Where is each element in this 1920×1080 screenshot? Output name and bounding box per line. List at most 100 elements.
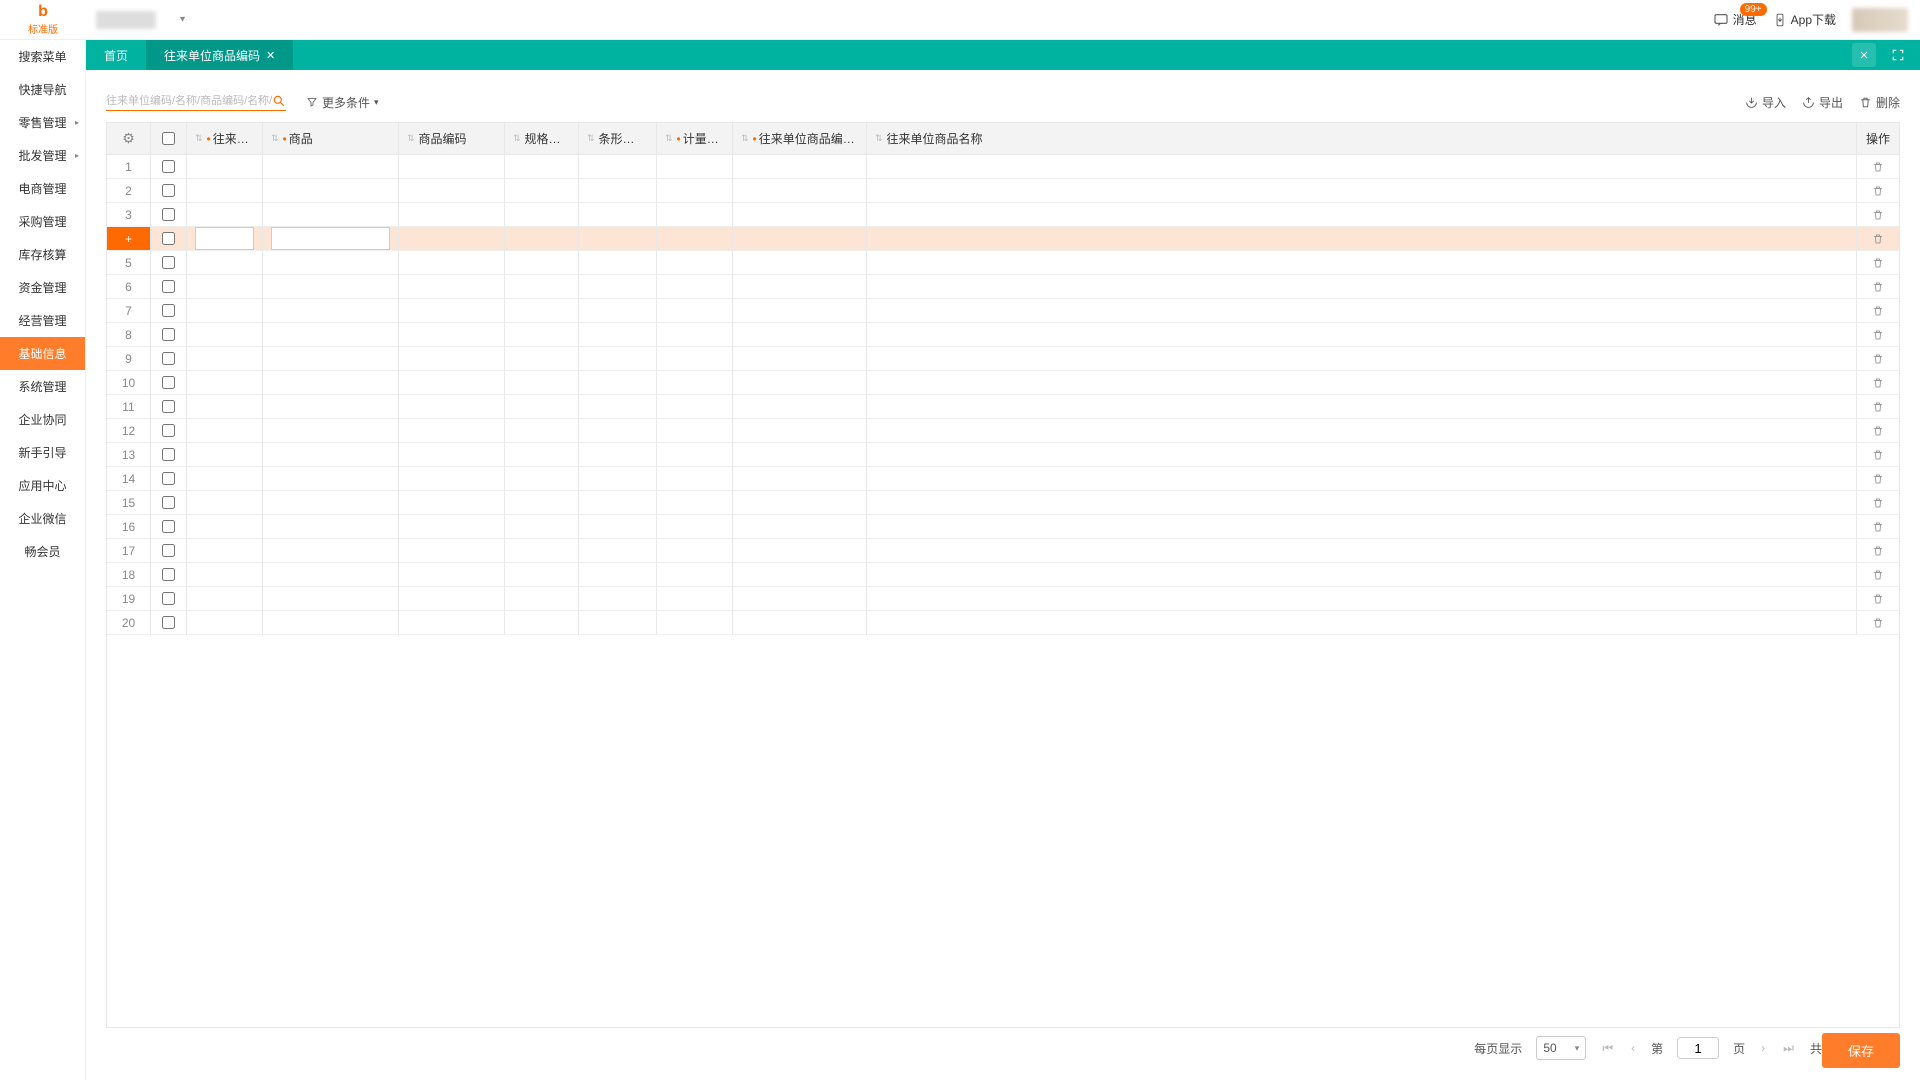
col-barcode[interactable]: ⇅条形… — [579, 123, 657, 154]
goods-cell[interactable] — [263, 491, 399, 514]
trash-icon[interactable] — [1872, 329, 1884, 341]
trash-icon[interactable] — [1872, 401, 1884, 413]
contact-cell[interactable] — [187, 563, 263, 586]
uom-cell[interactable] — [657, 323, 733, 346]
goods-cell[interactable] — [263, 179, 399, 202]
search-field[interactable] — [106, 94, 286, 111]
trash-icon[interactable] — [1872, 473, 1884, 485]
uom-cell[interactable] — [657, 467, 733, 490]
uom-cell[interactable] — [657, 587, 733, 610]
partner-code-cell[interactable] — [733, 491, 867, 514]
row-checkbox-cell[interactable] — [151, 203, 187, 226]
table-row[interactable]: 10 — [107, 371, 1899, 395]
row-checkbox[interactable] — [162, 616, 175, 629]
partner-code-cell[interactable] — [733, 539, 867, 562]
goods-code-cell[interactable] — [399, 347, 505, 370]
partner-name-cell[interactable] — [867, 203, 1857, 226]
row-delete-cell[interactable] — [1857, 323, 1899, 346]
close-all-tabs-button[interactable] — [1852, 43, 1876, 67]
close-tab-icon[interactable]: ✕ — [266, 49, 275, 62]
partner-code-cell[interactable] — [733, 443, 867, 466]
uom-cell[interactable] — [657, 299, 733, 322]
next-page-button[interactable]: › — [1759, 1041, 1767, 1055]
spec-cell[interactable] — [505, 515, 579, 538]
row-delete-cell[interactable] — [1857, 467, 1899, 490]
spec-cell[interactable] — [505, 251, 579, 274]
goods-code-cell[interactable] — [399, 371, 505, 394]
tab[interactable]: 往来单位商品编码✕ — [146, 40, 293, 70]
goods-cell[interactable] — [263, 467, 399, 490]
row-checkbox[interactable] — [162, 304, 175, 317]
barcode-cell[interactable] — [579, 515, 657, 538]
goods-code-cell[interactable] — [399, 467, 505, 490]
row-checkbox-cell[interactable] — [151, 443, 187, 466]
goods-cell-input[interactable] — [271, 227, 390, 250]
row-checkbox-cell[interactable] — [151, 275, 187, 298]
spec-cell[interactable] — [505, 155, 579, 178]
table-row[interactable]: 12 — [107, 419, 1899, 443]
trash-icon[interactable] — [1872, 305, 1884, 317]
sidebar-item[interactable]: 零售管理▸ — [0, 106, 85, 139]
table-row[interactable]: 18 — [107, 563, 1899, 587]
goods-code-cell[interactable] — [399, 587, 505, 610]
partner-code-cell[interactable] — [733, 155, 867, 178]
spec-cell[interactable] — [505, 467, 579, 490]
spec-cell[interactable] — [505, 395, 579, 418]
table-row[interactable]: 8 — [107, 323, 1899, 347]
sidebar-item[interactable]: 电商管理 — [0, 172, 85, 205]
row-delete-cell[interactable] — [1857, 563, 1899, 586]
sidebar-item[interactable]: 企业微信 — [0, 502, 85, 535]
uom-cell[interactable] — [657, 515, 733, 538]
trash-icon[interactable] — [1872, 593, 1884, 605]
table-row[interactable]: 20 — [107, 611, 1899, 635]
row-checkbox[interactable] — [162, 256, 175, 269]
table-row[interactable]: 11 — [107, 395, 1899, 419]
row-checkbox[interactable] — [162, 496, 175, 509]
barcode-cell[interactable] — [579, 443, 657, 466]
contact-cell[interactable] — [187, 587, 263, 610]
contact-cell[interactable] — [187, 539, 263, 562]
row-delete-cell[interactable] — [1857, 179, 1899, 202]
goods-cell[interactable] — [263, 155, 399, 178]
uom-cell[interactable] — [657, 563, 733, 586]
spec-cell[interactable] — [505, 563, 579, 586]
goods-cell[interactable] — [263, 611, 399, 634]
org-selector[interactable]: ▾ — [86, 0, 266, 40]
trash-icon[interactable] — [1872, 569, 1884, 581]
spec-cell[interactable] — [505, 419, 579, 442]
partner-name-cell[interactable] — [867, 155, 1857, 178]
partner-name-cell[interactable] — [867, 275, 1857, 298]
row-delete-cell[interactable] — [1857, 203, 1899, 226]
goods-code-cell[interactable] — [399, 563, 505, 586]
goods-cell[interactable] — [263, 539, 399, 562]
trash-icon[interactable] — [1872, 257, 1884, 269]
row-delete-cell[interactable] — [1857, 419, 1899, 442]
goods-code-cell[interactable] — [399, 179, 505, 202]
messages-button[interactable]: 消息 99+ — [1713, 11, 1757, 28]
table-row[interactable]: 7 — [107, 299, 1899, 323]
contact-cell[interactable] — [187, 611, 263, 634]
contact-cell[interactable] — [187, 395, 263, 418]
goods-cell[interactable] — [263, 443, 399, 466]
row-delete-cell[interactable] — [1857, 371, 1899, 394]
contact-cell[interactable] — [187, 251, 263, 274]
row-checkbox[interactable] — [162, 544, 175, 557]
spec-cell[interactable] — [505, 275, 579, 298]
row-delete-cell[interactable] — [1857, 515, 1899, 538]
goods-code-cell[interactable] — [399, 515, 505, 538]
row-delete-cell[interactable] — [1857, 227, 1899, 250]
partner-name-cell[interactable] — [867, 443, 1857, 466]
goods-code-cell[interactable] — [399, 539, 505, 562]
user-avatar[interactable] — [1852, 8, 1908, 32]
partner-code-cell[interactable] — [733, 611, 867, 634]
partner-code-cell[interactable] — [733, 347, 867, 370]
partner-name-cell[interactable] — [867, 299, 1857, 322]
checkbox-header[interactable] — [151, 123, 187, 154]
row-delete-cell[interactable] — [1857, 611, 1899, 634]
goods-cell[interactable] — [263, 299, 399, 322]
goods-code-cell[interactable] — [399, 203, 505, 226]
sidebar-item[interactable]: 搜索菜单 — [0, 40, 85, 73]
partner-code-cell[interactable] — [733, 203, 867, 226]
row-checkbox[interactable] — [162, 592, 175, 605]
gear-header[interactable]: ⚙ — [107, 123, 151, 154]
